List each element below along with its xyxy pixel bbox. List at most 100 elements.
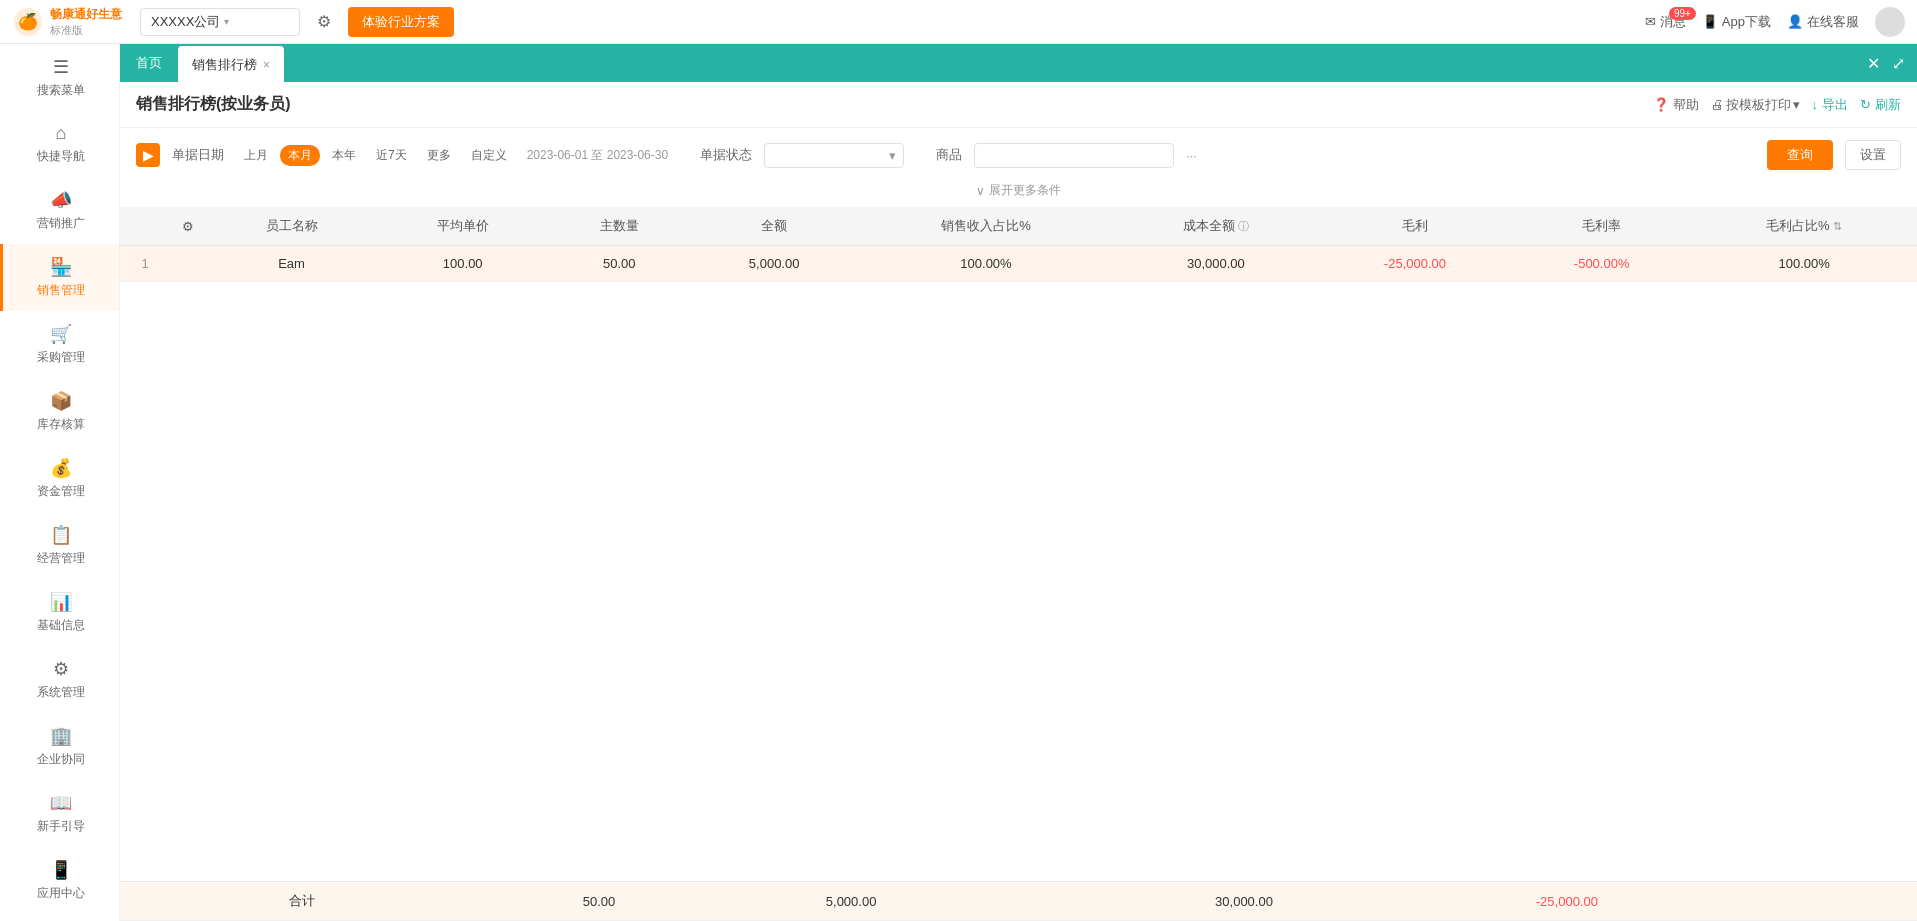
sidebar-item-app-center[interactable]: 📱 应用中心 — [0, 847, 119, 914]
sidebar-item-operation[interactable]: 📋 经营管理 — [0, 512, 119, 579]
sidebar-item-label: 基础信息 — [37, 617, 85, 634]
th-gross-pct: 毛利占比% ⇅ — [1691, 207, 1917, 246]
cell-cost: 30,000.00 — [1114, 246, 1318, 282]
table-settings-button[interactable]: 设置 — [1845, 140, 1901, 170]
query-button[interactable]: 查询 — [1767, 140, 1833, 170]
app-download-button[interactable]: 📱 App下载 — [1702, 13, 1771, 31]
message-badge: 99+ — [1669, 7, 1696, 20]
status-select[interactable] — [764, 143, 904, 168]
logo-icon: 🍊 — [12, 6, 44, 38]
cell-settings — [170, 246, 206, 282]
refresh-button[interactable]: ↻ 刷新 — [1860, 96, 1901, 114]
sidebar-item-marketing[interactable]: 📣 营销推广 — [0, 177, 119, 244]
page-header: 销售排行榜(按业务员) ❓ 帮助 🖨 按模板打印 ▾ ↓ 导出 — [120, 82, 1917, 128]
marketing-icon: 📣 — [50, 189, 72, 211]
sidebar-item-quick-nav[interactable]: ⌂ 快捷导航 — [0, 111, 119, 177]
date-tab-7days[interactable]: 近7天 — [368, 145, 415, 166]
footer-table: 合计 50.00 5,000.00 30,000.00 -25,000.00 — [120, 882, 1917, 921]
content-area: 首页 销售排行榜 × ✕ ⤢ 销售排行榜(按业务员) ❓ 帮助 — [120, 44, 1917, 921]
footer-avg-price — [398, 882, 490, 921]
logo-area: 🍊 畅康通好生意 标准版 — [12, 6, 132, 38]
table-footer: 合计 50.00 5,000.00 30,000.00 -25,000.00 — [120, 881, 1917, 921]
data-table: ⚙ 员工名称 平均单价 主数量 全额 销售收入占比% 成本全额 ⓘ 毛利 毛利率 — [120, 207, 1917, 282]
goods-input[interactable] — [974, 143, 1174, 168]
logo-text: 畅康通好生意 标准版 — [50, 6, 122, 38]
date-range-display: 2023-06-01 至 2023-06-30 — [527, 147, 668, 164]
date-tab-current-month[interactable]: 本月 — [280, 145, 320, 166]
footer-amount: 5,000.00 — [708, 882, 995, 921]
sidebar: ☰ 搜索菜单 ⌂ 快捷导航 📣 营销推广 🏪 销售管理 🛒 采购管理 📦 库存核… — [0, 44, 120, 921]
date-filter-label: 单据日期 — [172, 146, 224, 164]
company-selector[interactable]: XXXXX公司 ▾ — [140, 8, 300, 36]
sidebar-item-label: 应用中心 — [37, 885, 85, 902]
export-button[interactable]: ↓ 导出 — [1812, 96, 1849, 114]
top-bar-right: ✉ 消息 99+ 📱 App下载 👤 在线客服 — [1645, 7, 1905, 37]
sidebar-item-sales[interactable]: 🏪 销售管理 — [0, 244, 119, 311]
sidebar-item-system[interactable]: ⚙ 系统管理 — [0, 646, 119, 713]
window-close-button[interactable]: ✕ — [1867, 54, 1880, 73]
window-expand-button[interactable]: ⤢ — [1892, 54, 1905, 73]
footer-label: 合计 — [206, 882, 398, 921]
cost-help-icon[interactable]: ⓘ — [1238, 220, 1249, 232]
page-content: 销售排行榜(按业务员) ❓ 帮助 🖨 按模板打印 ▾ ↓ 导出 — [120, 82, 1917, 921]
sidebar-item-finance[interactable]: 💰 资金管理 — [0, 445, 119, 512]
th-settings[interactable]: ⚙ — [170, 207, 206, 246]
footer-sales-pct — [994, 882, 1086, 921]
purchase-icon: 🛒 — [50, 323, 72, 345]
filter-expand-button[interactable]: ▶ — [136, 143, 160, 167]
footer-qty: 50.00 — [490, 882, 707, 921]
sidebar-item-purchase[interactable]: 🛒 采购管理 — [0, 311, 119, 378]
th-avg-price: 平均单价 — [377, 207, 548, 246]
tab-close-icon[interactable]: × — [263, 58, 270, 72]
cell-gross: -25,000.00 — [1318, 246, 1512, 282]
sidebar-item-label: 快捷导航 — [37, 148, 85, 165]
th-cost: 成本全额 ⓘ — [1114, 207, 1318, 246]
date-tab-current-year[interactable]: 本年 — [324, 145, 364, 166]
cell-rank: 1 — [120, 246, 170, 282]
settings-icon[interactable]: ⚙ — [308, 6, 340, 38]
sidebar-item-search-order[interactable]: ☰ 搜索菜单 — [0, 44, 119, 111]
sidebar-item-basic-info[interactable]: 📊 基础信息 — [0, 579, 119, 646]
date-tab-last-month[interactable]: 上月 — [236, 145, 276, 166]
trial-button[interactable]: 体验行业方案 — [348, 7, 454, 37]
refresh-icon: ↻ — [1860, 97, 1871, 112]
table-header-row: ⚙ 员工名称 平均单价 主数量 全额 销售收入占比% 成本全额 ⓘ 毛利 毛利率 — [120, 207, 1917, 246]
date-tab-more[interactable]: 更多 — [419, 145, 459, 166]
inventory-icon: 📦 — [50, 390, 72, 412]
print-icon: 🖨 — [1711, 97, 1724, 112]
sidebar-item-wechat[interactable]: 💬 企业微信 — [0, 914, 119, 921]
sidebar-item-guide[interactable]: 📖 新手引导 — [0, 780, 119, 847]
avatar[interactable] — [1875, 7, 1905, 37]
date-tab-custom[interactable]: 自定义 — [463, 145, 515, 166]
date-tabs: 上月 本月 本年 近7天 更多 自定义 — [236, 145, 515, 166]
enterprise-icon: 🏢 — [50, 725, 72, 747]
home-icon: ⌂ — [56, 123, 67, 144]
gross-pct-sort-icon[interactable]: ⇅ — [1833, 220, 1842, 232]
th-gross: 毛利 — [1318, 207, 1512, 246]
more-filter-icon[interactable]: ··· — [1186, 148, 1197, 163]
app-center-icon: 📱 — [50, 859, 72, 881]
sidebar-item-inventory[interactable]: 📦 库存核算 — [0, 378, 119, 445]
online-service-button[interactable]: 👤 在线客服 — [1787, 13, 1859, 31]
th-name: 员工名称 — [206, 207, 377, 246]
th-rank — [120, 207, 170, 246]
cell-gross-pct: 100.00% — [1691, 246, 1917, 282]
th-gross-rate: 毛利率 — [1512, 207, 1691, 246]
expand-more-button[interactable]: ∨ 展开更多条件 — [136, 178, 1901, 207]
sidebar-item-label: 采购管理 — [37, 349, 85, 366]
tab-sales-ranking[interactable]: 销售排行榜 × — [178, 46, 284, 84]
table-row: 1 Eam 100.00 50.00 5,000.00 100.00% 30,0… — [120, 246, 1917, 282]
tab-home[interactable]: 首页 — [120, 44, 178, 82]
search-order-icon: ☰ — [53, 56, 69, 78]
goods-filter-label: 商品 — [936, 146, 962, 164]
message-button[interactable]: ✉ 消息 99+ — [1645, 13, 1686, 31]
sidebar-item-enterprise[interactable]: 🏢 企业协同 — [0, 713, 119, 780]
footer-gross: -25,000.00 — [1401, 882, 1732, 921]
print-button[interactable]: 🖨 按模板打印 ▾ — [1711, 96, 1800, 114]
tab-label: 销售排行榜 — [192, 56, 257, 74]
help-button[interactable]: ❓ 帮助 — [1653, 96, 1699, 114]
operation-icon: 📋 — [50, 524, 72, 546]
finance-icon: 💰 — [50, 457, 72, 479]
sidebar-item-label: 销售管理 — [37, 282, 85, 299]
cell-amount: 5,000.00 — [690, 246, 858, 282]
